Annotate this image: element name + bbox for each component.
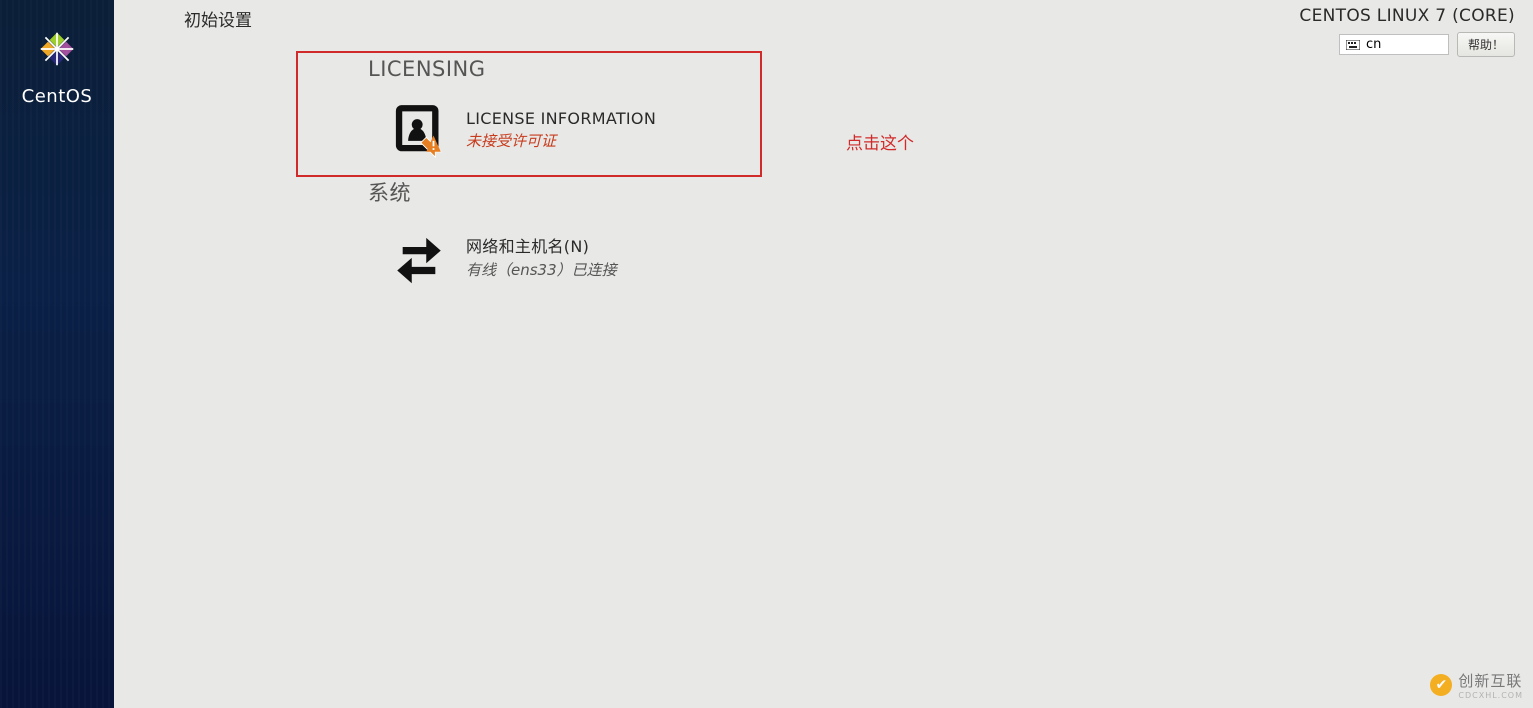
- section-header-licensing: LICENSING: [368, 57, 1463, 81]
- sidebar: CentOS: [0, 0, 114, 708]
- license-spoke-title: LICENSE INFORMATION: [466, 109, 656, 128]
- watermark-sub: CDCXHL.COM: [1458, 691, 1523, 700]
- page-title: 初始设置: [184, 6, 252, 31]
- network-spoke-status: 有线（ens33）已连接: [466, 259, 617, 280]
- license-icon: [390, 101, 448, 159]
- network-icon: [390, 227, 448, 285]
- network-hostname-spoke[interactable]: 网络和主机名(N) 有线（ens33）已连接: [390, 227, 1463, 285]
- os-label: CENTOS LINUX 7 (CORE): [1299, 6, 1515, 26]
- watermark-text: 创新互联: [1458, 670, 1523, 691]
- sidebar-brand-label: CentOS: [22, 86, 93, 107]
- watermark: ✔ 创新互联 CDCXHL.COM: [1430, 670, 1523, 700]
- annotation-text: 点击这个: [846, 129, 914, 154]
- network-spoke-title: 网络和主机名(N): [466, 233, 617, 257]
- keyboard-layout-code: cn: [1366, 37, 1381, 52]
- section-header-system: 系统: [368, 177, 1463, 207]
- help-button[interactable]: 帮助！: [1457, 32, 1515, 57]
- help-button-label: 帮助！: [1468, 36, 1504, 53]
- centos-logo-icon: [28, 20, 86, 78]
- keyboard-icon: [1346, 40, 1360, 50]
- license-information-spoke[interactable]: LICENSE INFORMATION 未接受许可证: [390, 101, 1463, 159]
- license-spoke-status: 未接受许可证: [466, 130, 656, 151]
- watermark-logo-icon: ✔: [1430, 674, 1452, 696]
- topbar: 初始设置 CENTOS LINUX 7 (CORE) cn 帮助！: [114, 0, 1533, 57]
- content: 点击这个 LICENSING LICENSE INFORMATION 未接受许可…: [114, 57, 1533, 285]
- main-area: 初始设置 CENTOS LINUX 7 (CORE) cn 帮助！: [114, 0, 1533, 708]
- keyboard-layout-indicator[interactable]: cn: [1339, 34, 1449, 55]
